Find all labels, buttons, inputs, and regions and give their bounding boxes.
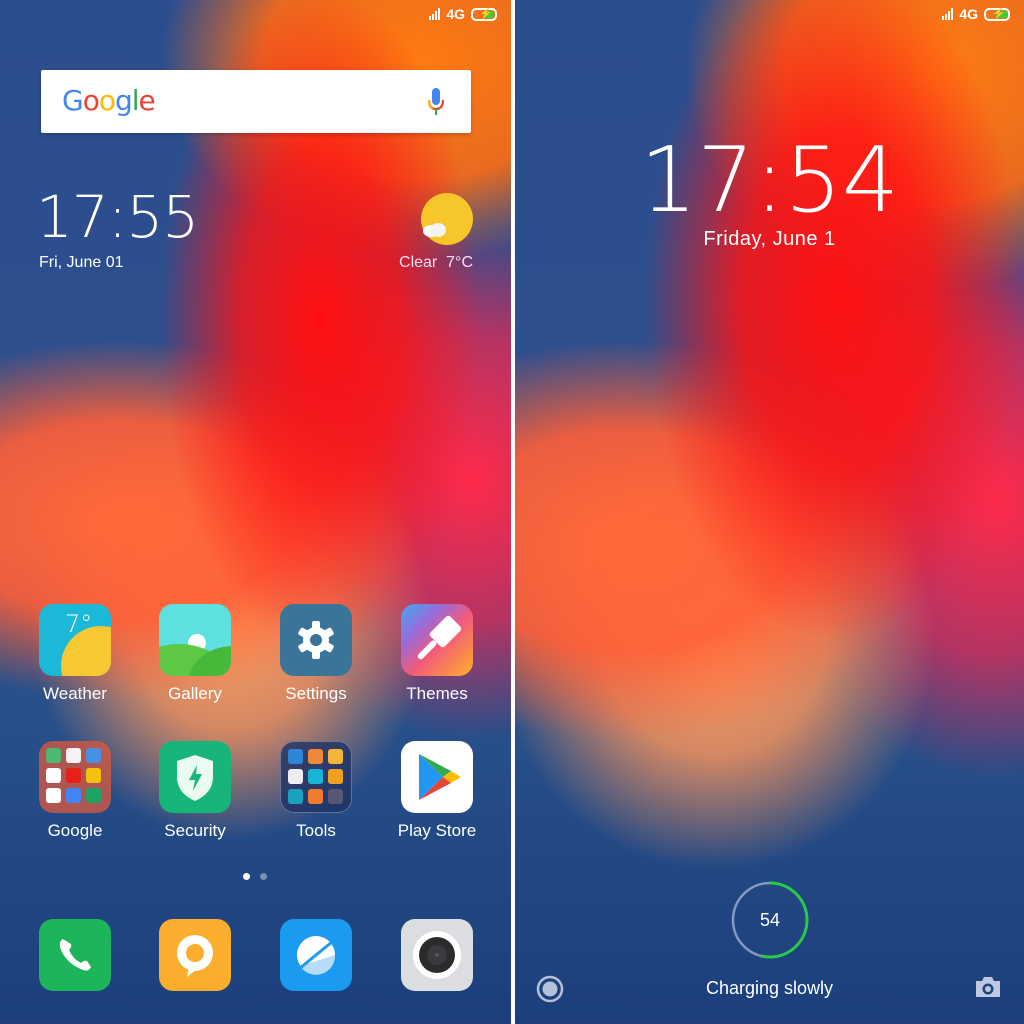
app-label: Tools: [296, 821, 336, 840]
google-folder-icon: [39, 741, 111, 813]
app-settings[interactable]: Settings: [256, 604, 376, 704]
google-search-bar[interactable]: Google: [41, 70, 471, 133]
dock-browser[interactable]: [256, 919, 376, 991]
logo-letter: o: [82, 84, 100, 117]
battery-percent: 54: [759, 909, 781, 930]
status-bar: 4G ⚡: [942, 6, 1010, 22]
page-indicator: [243, 873, 267, 880]
battery-charging-icon: ⚡: [471, 7, 497, 21]
app-label: Security: [164, 821, 226, 840]
app-label: Gallery: [168, 684, 222, 703]
camera-shortcut-icon[interactable]: [974, 975, 1002, 999]
app-themes[interactable]: Themes: [377, 604, 497, 704]
wallpaper: [0, 0, 511, 1024]
weather-widget-text: Clear 7°C: [399, 254, 473, 272]
home-screen: 4G ⚡ Google 17:55 Fri, June 01 Clear 7°C…: [0, 0, 511, 1024]
phone-icon: [39, 919, 111, 991]
app-gallery[interactable]: Gallery: [135, 604, 255, 704]
lock-clock-date: Friday, June 1: [703, 228, 836, 250]
weather-condition: Clear: [399, 254, 438, 271]
tools-folder-icon: [280, 741, 352, 813]
app-play-store[interactable]: Play Store: [377, 741, 497, 841]
messaging-icon: [159, 919, 231, 991]
app-folder-google[interactable]: Google: [15, 741, 135, 841]
network-type: 4G: [446, 6, 465, 22]
app-label: Google: [47, 821, 103, 840]
logo-letter: o: [98, 84, 116, 117]
microphone-icon[interactable]: [427, 88, 445, 116]
logo-letter: G: [62, 84, 84, 117]
lock-clock-time: 17:54: [639, 128, 900, 233]
page-dot[interactable]: [260, 873, 267, 880]
weather-temp: 7°C: [446, 254, 473, 271]
app-security[interactable]: Security: [135, 741, 255, 841]
page-dot-active[interactable]: [243, 873, 250, 880]
home-control-icon[interactable]: [536, 975, 564, 1003]
themes-brush-icon: [401, 604, 473, 676]
network-type: 4G: [959, 6, 978, 22]
logo-letter: g: [114, 84, 133, 117]
gallery-icon: [159, 604, 231, 676]
signal-icon: [942, 8, 954, 20]
security-shield-icon: [159, 741, 231, 813]
signal-icon: [429, 8, 441, 20]
browser-icon: [280, 919, 352, 991]
app-label: Settings: [285, 684, 347, 703]
clock-widget-time[interactable]: 17:55: [36, 183, 199, 251]
app-label: Themes: [406, 684, 468, 703]
weather-app-icon: 7°: [39, 604, 111, 676]
weather-app-temp: 7°: [65, 610, 93, 638]
app-label: Play Store: [397, 821, 477, 840]
google-logo: Google: [62, 84, 156, 117]
dock-messaging[interactable]: [135, 919, 255, 991]
weather-cloud-icon: [423, 223, 446, 237]
battery-charging-icon: ⚡: [984, 7, 1010, 21]
camera-icon: [401, 919, 473, 991]
status-bar: 4G ⚡: [429, 6, 497, 22]
logo-letter: e: [138, 84, 156, 117]
lock-screen: 4G ⚡ 17:54 Friday, June 1 54 Charging sl…: [515, 0, 1024, 1024]
app-folder-tools[interactable]: Tools: [256, 741, 376, 841]
charging-status: Charging slowly: [705, 978, 834, 998]
app-weather[interactable]: 7° Weather: [15, 604, 135, 704]
app-label: Weather: [43, 684, 107, 703]
dock-phone[interactable]: [15, 919, 135, 991]
logo-letter: l: [131, 84, 140, 117]
play-store-icon: [401, 741, 473, 813]
settings-gear-icon: [280, 604, 352, 676]
clock-widget-date: Fri, June 01: [39, 254, 124, 271]
dock-camera[interactable]: [377, 919, 497, 991]
